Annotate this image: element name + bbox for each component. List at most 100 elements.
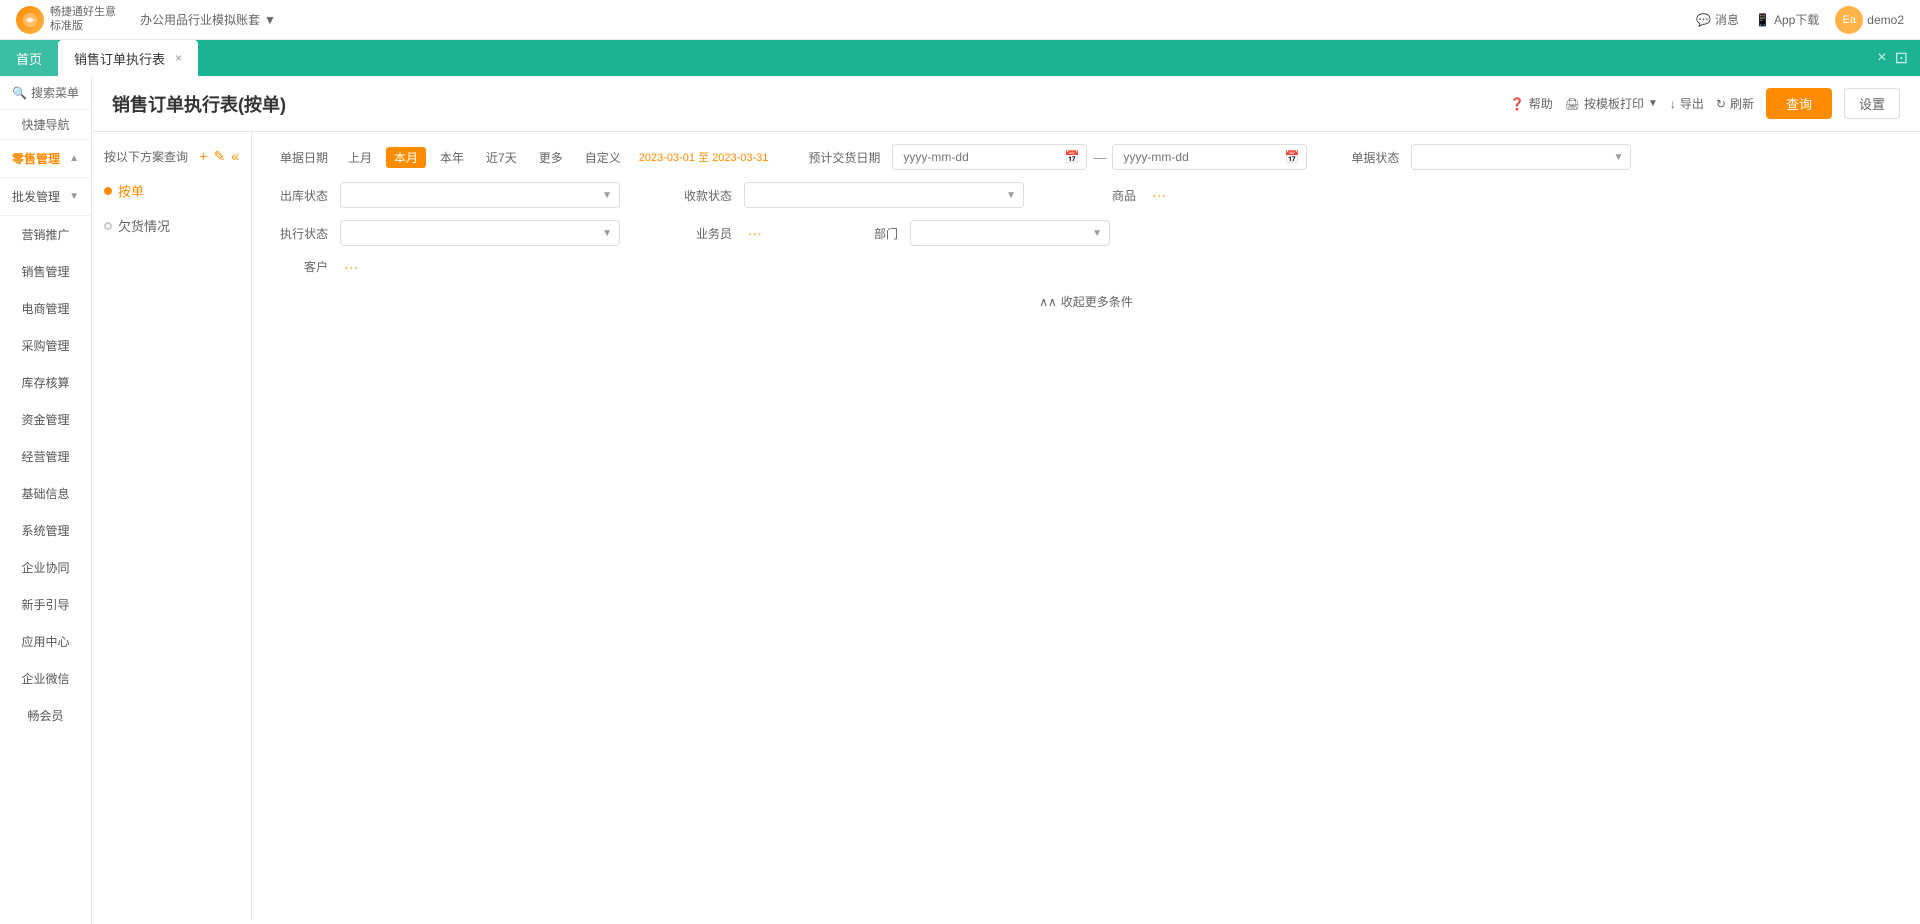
sidebar-item-system[interactable]: 系统管理	[0, 512, 91, 549]
expected-date-from-input[interactable]	[892, 144, 1087, 170]
scheme-dot-inactive	[104, 222, 112, 230]
date-tab-custom[interactable]: 自定义	[577, 147, 629, 168]
page-actions: ❓ 帮助 🖨 按模板打印 ▼ ↓ 导出 ↻ 刷新 查询 设置	[1510, 88, 1900, 119]
date-tab-this-year[interactable]: 本年	[432, 147, 472, 168]
salesman-label: 业务员	[672, 225, 732, 242]
tab-minimize-icon[interactable]: ×	[1877, 49, 1886, 67]
sidebar-group-retail: 零售管理 ▲	[0, 140, 91, 178]
layout: 🔍 搜索菜单 快捷导航 零售管理 ▲ 批发管理 ▼ 营销推广 销售管理 电商管理	[0, 76, 1920, 924]
exec-status-select[interactable]	[340, 220, 620, 246]
sidebar-item-retail[interactable]: 零售管理 ▲	[0, 140, 91, 177]
scheme-item-debt[interactable]: 欠货情况	[92, 208, 251, 243]
date-tab-more[interactable]: 更多	[531, 147, 571, 168]
sidebar-item-marketing[interactable]: 营销推广	[0, 216, 91, 253]
expected-date-from-wrapper: 📅	[892, 144, 1087, 170]
calendar-to-icon: 📅	[1284, 150, 1299, 164]
sidebar-item-wechat[interactable]: 企业微信	[0, 660, 91, 697]
date-separator: —	[1093, 150, 1106, 165]
message-button[interactable]: 💬 消息	[1696, 11, 1739, 28]
customer-dots[interactable]: ···	[340, 259, 362, 275]
edit-scheme-icon[interactable]: ✎	[213, 148, 225, 165]
message-icon: 💬	[1696, 13, 1711, 27]
tab-home-label: 首页	[16, 49, 42, 68]
calendar-from-icon: 📅	[1064, 150, 1079, 164]
tab-close-icon[interactable]: ×	[175, 51, 182, 65]
ship-status-wrapper: ▼	[340, 182, 620, 208]
logo-area: 畅捷通好生意 标准版	[16, 6, 116, 34]
refresh-button[interactable]: ↻ 刷新	[1716, 95, 1754, 112]
tab-maximize-icon[interactable]: ⊡	[1895, 48, 1908, 68]
sidebar-item-purchase[interactable]: 采购管理	[0, 327, 91, 364]
date-tab-last-month[interactable]: 上月	[340, 147, 380, 168]
scheme-item-order[interactable]: 按单	[92, 173, 251, 208]
breadcrumb-text: 办公用品行业模拟账套	[140, 11, 260, 28]
export-button[interactable]: ↓ 导出	[1670, 95, 1704, 112]
logo-text: 畅捷通好生意 标准版	[50, 6, 116, 32]
dept-select[interactable]	[910, 220, 1110, 246]
status-label: 单据状态	[1339, 149, 1399, 166]
export-icon: ↓	[1670, 97, 1676, 111]
collapse-button[interactable]: ∧∧ 收起更多条件	[268, 287, 1904, 316]
status-select-wrapper: ▼	[1411, 144, 1631, 170]
search-icon: 🔍	[12, 86, 27, 100]
expected-date-input-pair: 📅 — 📅	[892, 144, 1307, 170]
sidebar-item-guide[interactable]: 新手引导	[0, 586, 91, 623]
download-icon: 📱	[1755, 13, 1770, 27]
salesman-dots[interactable]: ···	[744, 225, 766, 241]
sidebar-item-member[interactable]: 畅会员	[0, 697, 91, 734]
ship-status-select[interactable]	[340, 182, 620, 208]
dept-wrapper: ▼	[910, 220, 1110, 246]
goods-label: 商品	[1076, 187, 1136, 204]
help-button[interactable]: ❓ 帮助	[1510, 95, 1553, 112]
print-icon: 🖨	[1565, 97, 1580, 111]
filter-area: 单据日期 上月 本月 本年 近7天 更多 自定义 2023-03-01 至 20…	[252, 132, 1920, 920]
sidebar-item-corp[interactable]: 企业协同	[0, 549, 91, 586]
sidebar-item-finance[interactable]: 资金管理	[0, 401, 91, 438]
sidebar-item-basic[interactable]: 基础信息	[0, 475, 91, 512]
settings-button[interactable]: 设置	[1844, 88, 1900, 119]
date-tab-this-month[interactable]: 本月	[386, 147, 426, 168]
payment-status-select[interactable]	[744, 182, 1024, 208]
filter-row-2: 出库状态 ▼ 收款状态 ▼ 商品 ···	[268, 182, 1904, 208]
scheme-panel-title: 按以下方案查询	[104, 148, 188, 165]
sidebar-item-inventory[interactable]: 库存核算	[0, 364, 91, 401]
tab-bar-actions: × ⊡	[1865, 48, 1920, 68]
scheme-panel-header: 按以下方案查询 + ✎ «	[92, 144, 251, 173]
tab-home[interactable]: 首页	[0, 40, 58, 76]
expected-date-to-input[interactable]	[1112, 144, 1307, 170]
add-scheme-icon[interactable]: +	[199, 148, 207, 165]
filter-row-1: 单据日期 上月 本月 本年 近7天 更多 自定义 2023-03-01 至 20…	[268, 144, 1904, 170]
sidebar-item-wholesale[interactable]: 批发管理 ▼	[0, 178, 91, 215]
sidebar-item-ecommerce[interactable]: 电商管理	[0, 290, 91, 327]
breadcrumb-area[interactable]: 办公用品行业模拟账套 ▼	[140, 11, 276, 28]
sidebar-item-operation[interactable]: 经营管理	[0, 438, 91, 475]
sidebar: 🔍 搜索菜单 快捷导航 零售管理 ▲ 批发管理 ▼ 营销推广 销售管理 电商管理	[0, 76, 92, 924]
logo-icon	[16, 6, 44, 34]
print-dropdown-icon: ▼	[1648, 98, 1658, 109]
goods-dots[interactable]: ···	[1148, 187, 1170, 203]
sidebar-quick-nav[interactable]: 快捷导航	[0, 110, 91, 140]
status-select[interactable]	[1411, 144, 1631, 170]
date-filter-group: 上月 本月 本年 近7天 更多 自定义 2023-03-01 至 2023-03…	[340, 147, 768, 168]
payment-status-wrapper: ▼	[744, 182, 1024, 208]
print-button[interactable]: 🖨 按模板打印 ▼	[1565, 95, 1658, 112]
page-title: 销售订单执行表(按单)	[112, 91, 286, 117]
scheme-panel: 按以下方案查询 + ✎ « 按单 欠货情况	[92, 132, 252, 920]
avatar: Ea	[1835, 6, 1863, 34]
customer-label: 客户	[268, 258, 328, 275]
collapse-scheme-icon[interactable]: «	[231, 148, 239, 165]
tab-sales-exec[interactable]: 销售订单执行表 ×	[58, 40, 198, 76]
date-tab-7days[interactable]: 近7天	[478, 147, 525, 168]
sidebar-item-sales[interactable]: 销售管理	[0, 253, 91, 290]
sidebar-search[interactable]: 🔍 搜索菜单	[0, 76, 91, 110]
chevron-up-icon: ▲	[69, 153, 79, 164]
sidebar-group-wholesale: 批发管理 ▼	[0, 178, 91, 216]
query-button[interactable]: 查询	[1766, 88, 1832, 119]
chevron-down-icon: ▼	[69, 191, 79, 202]
app-download-button[interactable]: 📱 App下载	[1755, 11, 1819, 28]
collapse-arrow-icon: ∧∧	[1039, 295, 1057, 309]
sidebar-item-appstore[interactable]: 应用中心	[0, 623, 91, 660]
user-menu[interactable]: Ea demo2	[1835, 6, 1904, 34]
scheme-actions: + ✎ «	[199, 148, 239, 165]
payment-status-label: 收款状态	[672, 187, 732, 204]
